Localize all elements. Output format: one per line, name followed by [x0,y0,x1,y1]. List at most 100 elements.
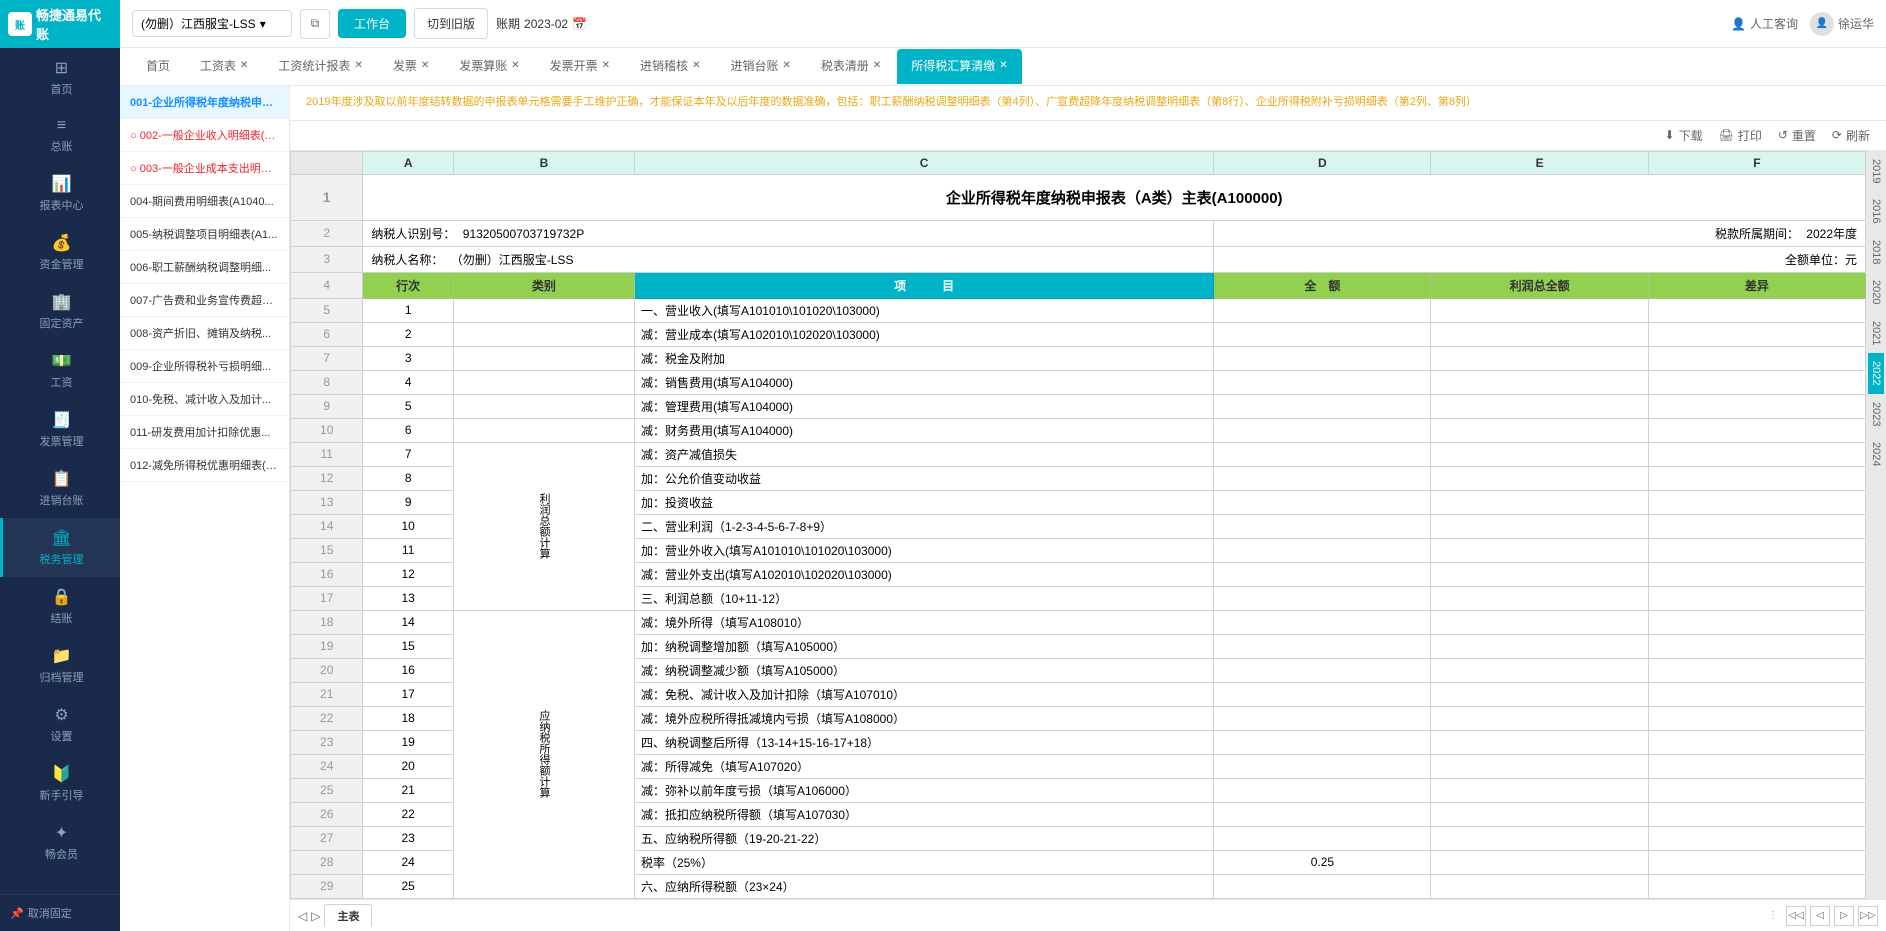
taxpayer-name-label: 纳税人名称： [371,253,443,267]
close-tab-purchase-audit[interactable]: ✕ [692,60,700,71]
left-item-004[interactable]: 004-期间费用明细表(A1040... [120,185,289,218]
sidebar-item-guide[interactable]: 🔰 新手引导 [0,754,120,813]
table-row: 10 6 减：财务费用(填写A104000) [291,418,1866,442]
nav-prev[interactable]: ◁ [1810,906,1830,926]
tab-salary[interactable]: 工资表 ✕ [186,49,262,84]
sidebar-item-archive[interactable]: 📁 归档管理 [0,636,120,695]
tab-tax-clear-label: 税表清册 [821,57,869,74]
switch-version-button[interactable]: 切到旧版 [414,8,488,39]
left-item-011[interactable]: 011-研发费用加计扣除优惠... [120,416,289,449]
header-quane: 全 额 [1214,272,1431,298]
refresh-button[interactable]: ⟳ 刷新 [1832,127,1870,144]
next-sheet-icon[interactable]: ▷ [311,909,320,923]
service-label: 人工客询 [1750,15,1798,32]
print-icon: 🖨 [1719,128,1734,142]
left-item-007[interactable]: 007-广告费和业务宣传费超降... [120,284,289,317]
sheet-tab-main[interactable]: 主表 [324,904,372,927]
main-table-area: A B C D E F 1 企业所 [290,151,1886,899]
sidebar-item-member[interactable]: ✦ 畅会员 [0,813,120,872]
left-item-009[interactable]: 009-企业所得税补亏损明细... [120,350,289,383]
left-item-005[interactable]: 005-纳税调整项目明细表(A1... [120,218,289,251]
guide-icon: 🔰 [52,764,72,784]
period-value: 2023-02 [524,17,568,31]
year-2023[interactable]: 2023 [1868,394,1884,434]
left-item-001[interactable]: 001-企业所得税年度纳税申报... [120,86,289,119]
sidebar-item-close[interactable]: 🔒 结账 [0,577,120,636]
sidebar-item-report[interactable]: 📊 报表中心 [0,164,120,223]
left-item-006[interactable]: 006-职工薪酬纳税调整明细... [120,251,289,284]
table-wrapper[interactable]: A B C D E F 1 企业所 [290,151,1866,899]
left-item-012[interactable]: 012-减免所得税优惠明细表(0... [120,449,289,482]
tab-sales-ledger[interactable]: 进销台账 ✕ [716,49,804,84]
tab-invoice-open[interactable]: 发票开票 ✕ [536,49,624,84]
sidebar-item-home[interactable]: ⊞ 首页 [0,48,120,107]
left-item-002[interactable]: 002-一般企业收入明细表(A1... [120,119,289,152]
sidebar-label-guide: 新手引导 [40,787,84,803]
chevron-down-icon: ▾ [260,17,266,31]
col-header-row: 4 行次 类别 项 目 全 额 利润总全额 差异 [291,272,1866,298]
close-tab-salary[interactable]: ✕ [240,60,248,71]
tab-tax-clear[interactable]: 税表清册 ✕ [807,49,895,84]
tab-invoice-calc[interactable]: 发票算账 ✕ [445,49,533,84]
workbench-button[interactable]: 工作台 [338,9,406,38]
prev-sheet-icon[interactable]: ◁ [298,909,307,923]
reset-button[interactable]: ↺ 重置 [1778,127,1816,144]
sidebar-label-close: 结账 [51,610,73,626]
nav-next[interactable]: ▷ [1834,906,1854,926]
table-row: 6 2 减：营业成本(填写A102010\102020\103000) [291,322,1866,346]
tax-period-label: 税款所属期间： [1715,227,1799,241]
nav-last[interactable]: ▷▷ [1858,906,1878,926]
member-icon: ✦ [55,823,68,843]
user-profile[interactable]: 👤 徐运华 [1810,12,1874,36]
sidebar-item-invoice[interactable]: 🧾 发票管理 [0,400,120,459]
unpin-label: 取消固定 [28,905,72,921]
print-label: 打印 [1738,127,1762,144]
tab-salary-stats[interactable]: 工资统计报表 ✕ [264,49,376,84]
left-item-003[interactable]: 003-一般企业成本支出明细... [120,152,289,185]
nav-first[interactable]: ◁◁ [1786,906,1806,926]
year-2020[interactable]: 2020 [1868,272,1884,312]
sidebar-label-home: 首页 [51,81,73,97]
close-tab-invoice-calc[interactable]: ✕ [511,60,519,71]
tab-purchase-audit[interactable]: 进销稽核 ✕ [626,49,714,84]
spreadsheet: A B C D E F 1 企业所 [290,151,1866,899]
copy-icon[interactable]: ⧉ [300,9,330,39]
sidebar: 账 畅捷通易代账 ⊞ 首页 ≡ 总账 📊 报表中心 💰 资金管理 🏢 固定资产 … [0,0,120,931]
sidebar-item-tax[interactable]: 🏛 税务管理 [0,518,120,577]
period-label: 账期 [496,15,520,32]
sidebar-item-salary[interactable]: 💵 工资 [0,341,120,400]
sidebar-item-purchase[interactable]: 📋 进销台账 [0,459,120,518]
close-tab-salary-stats[interactable]: ✕ [354,60,362,71]
close-tab-invoice[interactable]: ✕ [421,60,429,71]
col-header-B: B [453,151,634,174]
customer-service[interactable]: 👤 人工客询 [1731,15,1798,32]
left-item-010[interactable]: 010-免税、减计收入及加计... [120,383,289,416]
left-item-008[interactable]: 008-资产折旧、摊销及纳税... [120,317,289,350]
tab-income-tax[interactable]: 所得税汇算清缴 ✕ [897,49,1021,84]
company-selector[interactable]: (勿删）江西服宝-LSS ▾ [132,10,292,37]
year-indicator: 2019 2016 2018 2020 2021 2022 2023 2024 [1866,151,1886,899]
year-2021[interactable]: 2021 [1868,313,1884,353]
print-button[interactable]: 🖨 打印 [1719,127,1762,144]
year-2016[interactable]: 2016 [1868,191,1884,231]
tab-invoice[interactable]: 发票 ✕ [379,49,443,84]
close-tab-sales-ledger[interactable]: ✕ [782,60,790,71]
sidebar-item-ledger[interactable]: ≡ 总账 [0,107,120,164]
unpin-button[interactable]: 📌 取消固定 [0,894,120,931]
sidebar-item-assets[interactable]: 🏢 固定资产 [0,282,120,341]
year-2022[interactable]: 2022 [1868,353,1884,393]
row4-num: 4 [291,272,363,298]
taxpayer-name-row: 3 纳税人名称： （勿删）江西服宝-LSS 全额单位：元 [291,246,1866,272]
sidebar-item-capital[interactable]: 💰 资金管理 [0,223,120,282]
download-button[interactable]: ⬇ 下载 [1665,127,1703,144]
tab-home[interactable]: 首页 [132,49,184,84]
header-xiangmu: 项 目 [634,272,1213,298]
close-tab-tax-clear[interactable]: ✕ [873,60,881,71]
salary-icon: 💵 [52,351,72,371]
year-2019[interactable]: 2019 [1868,151,1884,191]
close-tab-income-tax[interactable]: ✕ [999,60,1007,71]
year-2018[interactable]: 2018 [1868,232,1884,272]
year-2024[interactable]: 2024 [1868,434,1884,474]
close-tab-invoice-open[interactable]: ✕ [602,60,610,71]
sidebar-item-settings[interactable]: ⚙ 设置 [0,695,120,754]
